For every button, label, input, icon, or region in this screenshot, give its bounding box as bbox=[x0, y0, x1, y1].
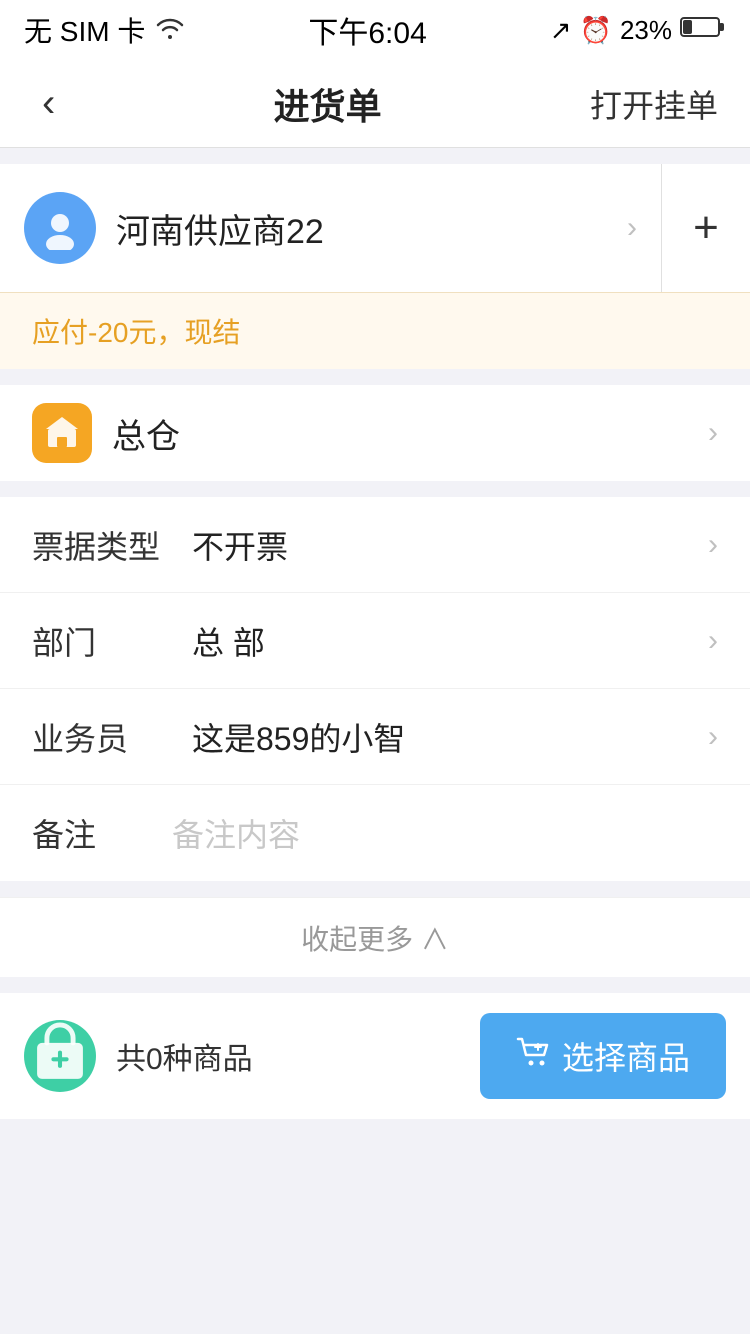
warehouse-name: 总仓 bbox=[112, 409, 700, 458]
cart-icon bbox=[516, 1037, 552, 1076]
bottom-bar: 共0种商品 选择商品 bbox=[0, 993, 750, 1119]
form-section: 票据类型 不开票 › 部门 总 部 › 业务员 这是859的小智 › 备注 备注… bbox=[0, 497, 750, 881]
department-chevron-icon: › bbox=[708, 624, 718, 658]
divider-1 bbox=[0, 369, 750, 385]
supplier-selector[interactable]: 河南供应商22 › bbox=[0, 164, 662, 292]
salesperson-chevron-icon: › bbox=[708, 720, 718, 754]
supplier-name: 河南供应商22 bbox=[116, 204, 619, 253]
department-label: 部门 bbox=[32, 618, 172, 664]
ticket-type-chevron-icon: › bbox=[708, 528, 718, 562]
remark-label: 备注 bbox=[32, 810, 172, 856]
add-supplier-button[interactable]: + bbox=[662, 164, 750, 292]
notice-text: 应付-20元，现结 bbox=[32, 317, 240, 348]
supplier-avatar bbox=[24, 192, 96, 264]
wifi-icon bbox=[155, 14, 185, 46]
supplier-section: 河南供应商22 › + bbox=[0, 164, 750, 292]
product-count: 共0种商品 bbox=[116, 1034, 480, 1078]
department-value: 总 部 bbox=[192, 618, 700, 664]
warehouse-icon bbox=[32, 403, 92, 463]
warehouse-row[interactable]: 总仓 › bbox=[0, 385, 750, 481]
warehouse-chevron-icon: › bbox=[708, 416, 718, 450]
back-button[interactable]: ‹ bbox=[32, 71, 65, 136]
remark-placeholder[interactable]: 备注内容 bbox=[172, 810, 718, 856]
alarm-icon: ⏰ bbox=[580, 15, 612, 46]
battery-label: 23% bbox=[620, 15, 672, 46]
page-title: 进货单 bbox=[274, 78, 382, 130]
open-pending-button[interactable]: 打开挂单 bbox=[590, 81, 718, 127]
notice-bar: 应付-20元，现结 bbox=[0, 292, 750, 369]
remark-row[interactable]: 备注 备注内容 bbox=[0, 785, 750, 881]
status-left: 无 SIM 卡 bbox=[24, 10, 185, 50]
battery-icon bbox=[680, 14, 726, 46]
collapse-label: 收起更多 ∧ bbox=[301, 918, 449, 958]
salesperson-value: 这是859的小智 bbox=[192, 714, 700, 760]
select-product-label: 选择商品 bbox=[562, 1033, 690, 1079]
department-row[interactable]: 部门 总 部 › bbox=[0, 593, 750, 689]
ticket-type-label: 票据类型 bbox=[32, 522, 172, 568]
collapse-bar[interactable]: 收起更多 ∧ bbox=[0, 897, 750, 977]
supplier-chevron-icon: › bbox=[627, 211, 637, 245]
content: 河南供应商22 › + 应付-20元，现结 总仓 › 票据类型 不开票 › bbox=[0, 164, 750, 1119]
divider-2 bbox=[0, 481, 750, 497]
select-product-button[interactable]: 选择商品 bbox=[480, 1013, 726, 1099]
salesperson-label: 业务员 bbox=[32, 714, 172, 760]
ticket-type-value: 不开票 bbox=[192, 522, 700, 568]
time-label: 下午6:04 bbox=[308, 8, 426, 52]
ticket-type-row[interactable]: 票据类型 不开票 › bbox=[0, 497, 750, 593]
nav-bar: ‹ 进货单 打开挂单 bbox=[0, 60, 750, 148]
product-icon bbox=[24, 1020, 96, 1092]
salesperson-row[interactable]: 业务员 这是859的小智 › bbox=[0, 689, 750, 785]
status-bar: 无 SIM 卡 下午6:04 ↗ ⏰ 23% bbox=[0, 0, 750, 60]
status-right: ↗ ⏰ 23% bbox=[550, 14, 726, 46]
carrier-label: 无 SIM 卡 bbox=[24, 10, 145, 50]
location-icon: ↗ bbox=[550, 15, 572, 46]
